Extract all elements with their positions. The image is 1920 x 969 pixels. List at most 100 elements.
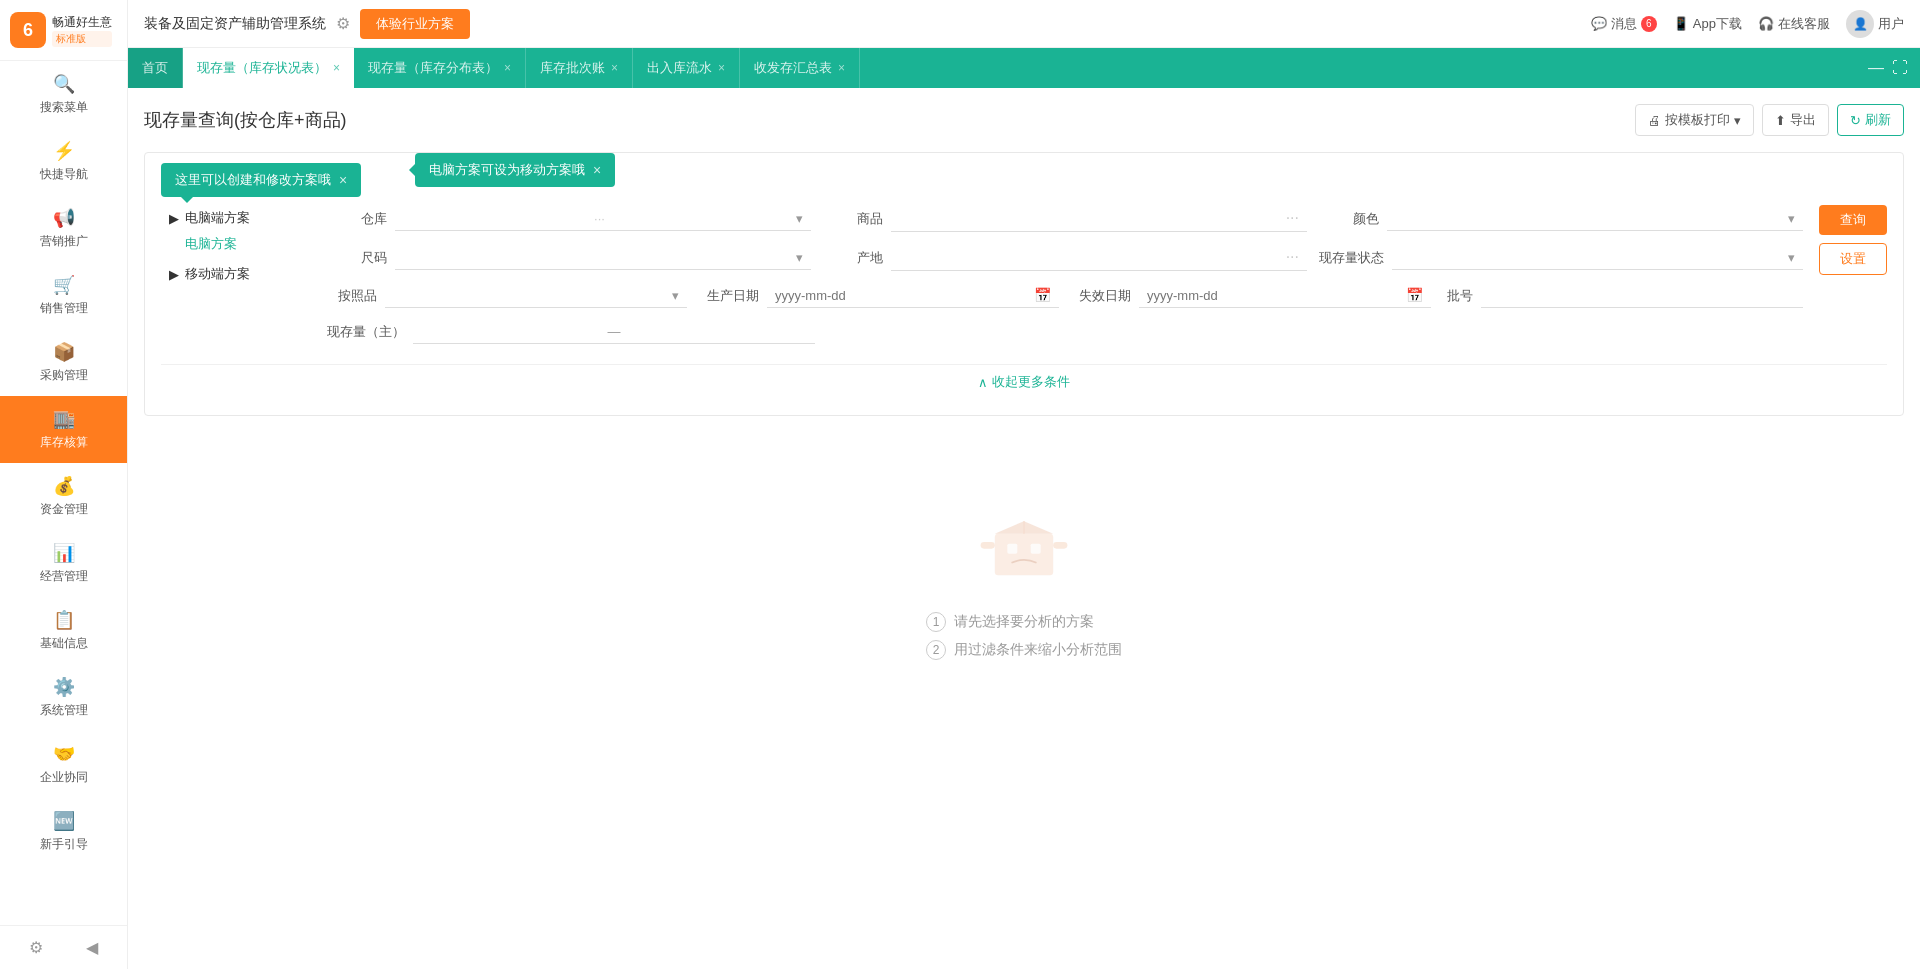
stock-status-select[interactable]: ▾ [1392,246,1803,270]
tab-batch-account[interactable]: 库存批次账 × [526,48,633,88]
tab-spacer [860,48,1856,88]
tab-io-flow-close[interactable]: × [718,61,725,75]
sidebar-label-guide: 新手引导 [40,836,88,853]
logo-text-block: 畅通好生意 标准版 [52,14,112,47]
tab-receive-summary[interactable]: 收发存汇总表 × [740,48,860,88]
print-btn[interactable]: 🖨 按模板打印 ▾ [1635,104,1754,136]
logo-icon: 6 [10,12,46,48]
sidebar-item-quick[interactable]: ⚡ 快捷导航 [0,128,127,195]
tab-inventory-dist-close[interactable]: × [504,61,511,75]
batch-input[interactable] [1481,284,1803,308]
sidebar-label-purchase: 采购管理 [40,367,88,384]
tab-inventory-status[interactable]: 现存量（库存状况表） × [183,48,354,88]
tab-inventory-status-label: 现存量（库存状况表） [197,59,327,77]
trial-btn[interactable]: 体验行业方案 [360,9,470,39]
sidebar-item-marketing[interactable]: 📢 营销推广 [0,195,127,262]
reset-btn[interactable]: 设置 [1819,243,1887,275]
settings-bottom-btn[interactable]: ⚙ [29,938,43,957]
message-btn[interactable]: 💬 消息 6 [1591,15,1657,33]
tab-inventory-status-close[interactable]: × [333,61,340,75]
expire-date-field[interactable] [1147,288,1402,303]
produce-date-label: 生产日期 [699,287,759,305]
quick-icon: ⚡ [53,140,75,162]
category-chevron-icon: ▾ [672,288,679,303]
export-btn[interactable]: ⬆ 导出 [1762,104,1829,136]
empty-state: 1 请先选择要分析的方案 2 用过滤条件来缩小分析范围 [144,432,1904,720]
tooltip-create-close[interactable]: × [339,172,347,188]
origin-select[interactable]: ··· [891,244,1307,271]
tab-receive-summary-close[interactable]: × [838,61,845,75]
svg-rect-2 [1007,544,1017,554]
print-icon: 🖨 [1648,113,1661,128]
expire-date-calendar-icon[interactable]: 📅 [1406,287,1423,303]
scheme-mobile-group[interactable]: ▶ 移动端方案 [161,261,311,287]
sidebar-item-finance[interactable]: 💰 资金管理 [0,463,127,530]
app-label: App下载 [1693,15,1742,33]
tooltip-scheme-close[interactable]: × [593,162,601,178]
sidebar-item-enterprise[interactable]: 🤝 企业协同 [0,731,127,798]
scheme-desktop-item[interactable]: 电脑方案 [161,231,311,257]
size-select[interactable]: ▾ [395,246,811,270]
topbar: 装备及固定资产辅助管理系统 ⚙ 体验行业方案 💬 消息 6 📱 App下载 🎧 … [128,0,1920,48]
warehouse-select[interactable]: ··· ▾ [395,207,811,231]
stock-range-input[interactable]: — [413,320,815,344]
stock-status-chevron-icon: ▾ [1788,250,1795,265]
sidebar-item-guide[interactable]: 🆕 新手引导 [0,798,127,865]
support-btn[interactable]: 🎧 在线客服 [1758,15,1830,33]
color-select[interactable]: ▾ [1387,207,1803,231]
category-select[interactable]: ▾ [385,284,687,308]
filter-section: 按以下方案查询 + ✎ « 电脑方案可设为移动方案哦 × [144,152,1904,416]
filter-row-4: 现存量（主） — [327,320,1803,344]
collapse-bar[interactable]: ∧ 收起更多条件 [161,364,1887,399]
empty-tip-1: 1 请先选择要分析的方案 [926,612,1122,632]
tooltip-scheme-text: 电脑方案可设为移动方案哦 [429,161,585,179]
goods-select[interactable]: ··· [891,205,1307,232]
stock-range-from[interactable] [421,324,604,339]
stock-range-to[interactable] [625,324,808,339]
tab-io-flow[interactable]: 出入库流水 × [633,48,740,88]
tab-inventory-dist[interactable]: 现存量（库存分布表） × [354,48,526,88]
category-label: 按照品 [327,287,377,305]
expire-date-input[interactable]: 📅 [1139,283,1431,308]
system-name: 装备及固定资产辅助管理系统 [144,15,326,33]
logo-badge: 标准版 [52,31,112,47]
sidebar-item-system[interactable]: ⚙️ 系统管理 [0,664,127,731]
tab-receive-summary-label: 收发存汇总表 [754,59,832,77]
sidebar-item-basic[interactable]: 📋 基础信息 [0,597,127,664]
tab-fullscreen-icon[interactable]: ⛶ [1892,59,1908,77]
expire-date-label: 失效日期 [1071,287,1131,305]
collapse-sidebar-btn[interactable]: ◀ [86,938,98,957]
support-label: 在线客服 [1778,15,1830,33]
produce-date-field[interactable] [775,288,1030,303]
sidebar-item-sales[interactable]: 🛒 销售管理 [0,262,127,329]
page-content: 现存量查询(按仓库+商品) 🖨 按模板打印 ▾ ⬆ 导出 ↻ 刷新 [128,88,1920,969]
produce-date-input[interactable]: 📅 [767,283,1059,308]
refresh-btn[interactable]: ↻ 刷新 [1837,104,1904,136]
query-btn[interactable]: 查询 [1819,205,1887,235]
tab-minimize-icon[interactable]: — [1868,59,1884,77]
sidebar-item-search[interactable]: 🔍 搜索菜单 [0,61,127,128]
stock-status-label: 现存量状态 [1319,249,1384,267]
sidebar-item-inventory[interactable]: 🏬 库存核算 [0,396,127,463]
user-label: 用户 [1878,15,1904,33]
produce-date-calendar-icon[interactable]: 📅 [1034,287,1051,303]
tab-batch-account-close[interactable]: × [611,61,618,75]
field-category: 按照品 ▾ [327,284,687,308]
warehouse-chevron-icon: ▾ [796,211,803,226]
app-download-btn[interactable]: 📱 App下载 [1673,15,1742,33]
settings-icon[interactable]: ⚙ [336,14,350,33]
user-btn[interactable]: 👤 用户 [1846,10,1904,38]
field-batch: 批号 [1443,284,1803,308]
field-size: 尺码 ▾ [327,246,811,270]
print-chevron-icon: ▾ [1734,113,1741,128]
sidebar-item-purchase[interactable]: 📦 采购管理 [0,329,127,396]
field-stock-status: 现存量状态 ▾ [1319,246,1803,270]
field-color: 颜色 ▾ [1319,207,1803,231]
sidebar-item-operation[interactable]: 📊 经营管理 [0,530,127,597]
sidebar-label-sales: 销售管理 [40,300,88,317]
collapse-up-icon: ∧ [978,375,988,390]
filter-row-2: 尺码 ▾ 产地 ··· [327,244,1803,271]
scheme-mobile-arrow: ▶ [169,267,179,282]
sidebar-bottom: ⚙ ◀ [0,925,127,969]
tab-home[interactable]: 首页 [128,48,183,88]
